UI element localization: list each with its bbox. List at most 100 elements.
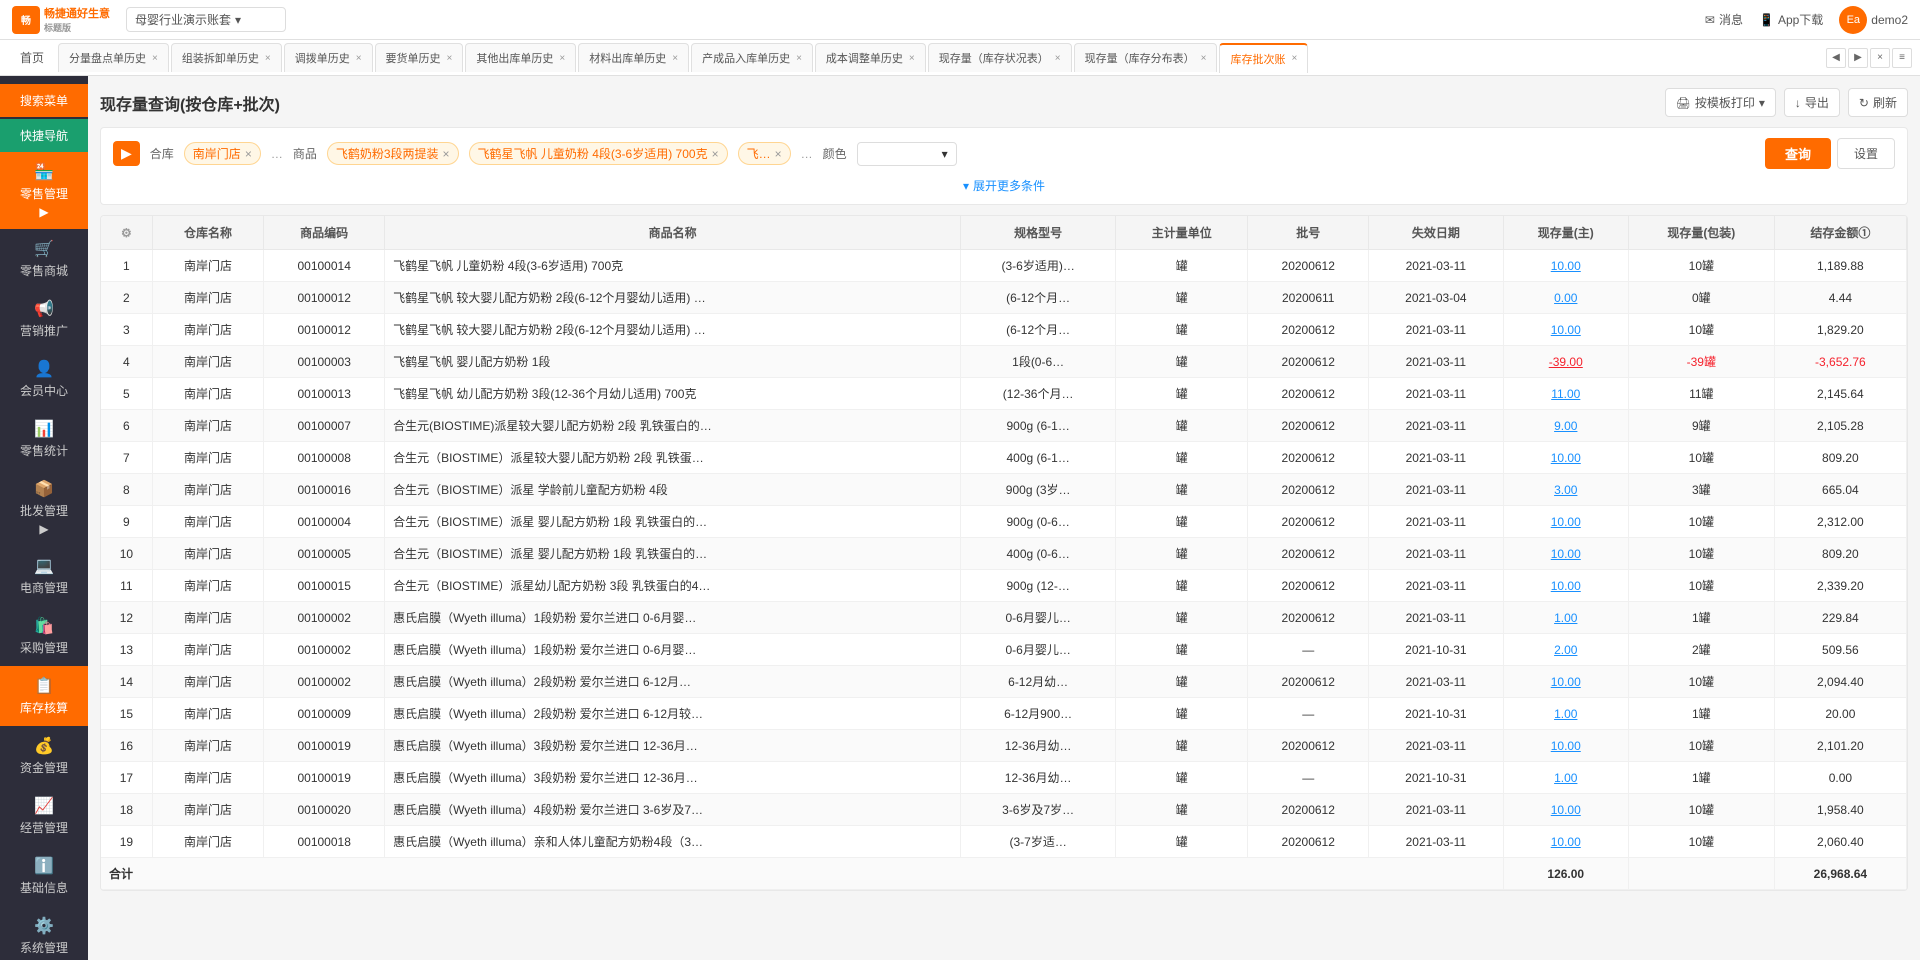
row-qty-main[interactable]: 1.00: [1503, 602, 1628, 634]
filter-expand-arrow[interactable]: ▶: [113, 141, 140, 166]
row-qty-main[interactable]: 10.00: [1503, 826, 1628, 858]
sidebar-item-basic[interactable]: ℹ️ 基础信息: [0, 846, 88, 906]
row-qty-main[interactable]: 10.00: [1503, 570, 1628, 602]
goods-tag-1[interactable]: 飞鹤奶粉3段两提装 ×: [327, 142, 459, 165]
row-qty-main[interactable]: 2.00: [1503, 634, 1628, 666]
row-warehouse: 南岸门店: [152, 250, 264, 282]
tab-kucun-pici[interactable]: 库存批次账 ×: [1219, 43, 1308, 73]
tab-fenliangpandian[interactable]: 分量盘点单历史 ×: [58, 43, 169, 72]
tab-xiancunliang-status[interactable]: 现存量（库存状况表） ×: [928, 43, 1072, 72]
row-qty-main[interactable]: 10.00: [1503, 538, 1628, 570]
query-btn[interactable]: 查询: [1765, 138, 1831, 169]
row-qty-main[interactable]: 10.00: [1503, 314, 1628, 346]
tab-qitachuku[interactable]: 其他出库单历史 ×: [465, 43, 576, 72]
workspace-selector[interactable]: 母婴行业演示账套 ▾: [126, 7, 286, 32]
tab-close-10[interactable]: ×: [1201, 53, 1207, 64]
tab-close-9[interactable]: ×: [1055, 53, 1061, 64]
sidebar-item-finance[interactable]: 💰 资金管理: [0, 726, 88, 786]
row-qty-main[interactable]: 10.00: [1503, 794, 1628, 826]
row-expire: 2021-03-11: [1369, 250, 1504, 282]
tab-diaobolan[interactable]: 调拨单历史 ×: [284, 43, 373, 72]
tab-close-2[interactable]: ×: [265, 53, 271, 64]
row-unit: 罐: [1116, 762, 1248, 794]
tab-close-7[interactable]: ×: [796, 53, 802, 64]
tab-close-3[interactable]: ×: [356, 53, 362, 64]
goods-more[interactable]: …: [801, 147, 813, 161]
row-qty-main[interactable]: 10.00: [1503, 666, 1628, 698]
sidebar-item-ecommerce[interactable]: 💻 电商管理: [0, 546, 88, 606]
tab-close-all-btn[interactable]: ×: [1870, 48, 1890, 68]
goods-tag-1-close[interactable]: ×: [443, 147, 450, 161]
column-settings-icon[interactable]: ⚙: [121, 226, 132, 240]
sidebar-item-marketing[interactable]: 📢 营销推广: [0, 289, 88, 349]
row-qty-main[interactable]: 10.00: [1503, 730, 1628, 762]
sidebar-item-wholesale[interactable]: 📦 批发管理 ▶: [0, 469, 88, 546]
row-qty-main[interactable]: 9.00: [1503, 410, 1628, 442]
col-settings[interactable]: ⚙: [101, 216, 152, 250]
goods-tag-3[interactable]: 飞… ×: [738, 142, 791, 165]
sidebar-item-purchase[interactable]: 🛍️ 采购管理: [0, 606, 88, 666]
warehouse-more[interactable]: …: [271, 147, 283, 161]
print-btn[interactable]: 🖨 按模板打印 ▾: [1665, 88, 1776, 117]
color-filter-dropdown[interactable]: ▾: [857, 142, 957, 166]
tab-close-8[interactable]: ×: [909, 53, 915, 64]
row-qty-main[interactable]: 11.00: [1503, 378, 1628, 410]
sidebar-item-stats[interactable]: 📊 零售统计: [0, 409, 88, 469]
tab-chengbentiaoz[interactable]: 成本调整单历史 ×: [815, 43, 926, 72]
tab-yaohuo[interactable]: 要货单历史 ×: [375, 43, 464, 72]
tab-home[interactable]: 首页: [8, 43, 56, 72]
logo-icon: 畅: [12, 6, 40, 34]
tab-xiancunliang-dist[interactable]: 现存量（库存分布表） ×: [1074, 43, 1218, 72]
tab-cailiaochu[interactable]: 材料出库单历史 ×: [578, 43, 689, 72]
row-expire: 2021-03-11: [1369, 730, 1504, 762]
row-qty-main[interactable]: 10.00: [1503, 250, 1628, 282]
setting-btn[interactable]: 设置: [1837, 138, 1895, 169]
sidebar-item-label: 采购管理: [20, 639, 68, 656]
tab-prev-btn[interactable]: ◀: [1826, 48, 1846, 68]
row-qty-main[interactable]: 1.00: [1503, 762, 1628, 794]
sidebar-item-label: 零售商城: [20, 262, 68, 279]
sidebar-item-retail-shop[interactable]: 🛒 零售商城: [0, 229, 88, 289]
row-unit: 罐: [1116, 538, 1248, 570]
row-qty-main[interactable]: -39.00: [1503, 346, 1628, 378]
app-download-btn[interactable]: 📱 App下载: [1759, 11, 1823, 28]
row-spec: (3-6岁适用)…: [961, 250, 1116, 282]
filter-row: ▶ 合库 南岸门店 × … 商品 飞鹤奶粉3段两提装 × 飞鹤星飞帆 儿童奶粉 …: [113, 138, 1895, 169]
row-qty-main[interactable]: 10.00: [1503, 442, 1628, 474]
sidebar-nav[interactable]: 快捷导航: [0, 119, 88, 152]
goods-tag-2-close[interactable]: ×: [712, 147, 719, 161]
sidebar-item-retail[interactable]: 🏪 零售管理 ▶: [0, 152, 88, 229]
sidebar-item-operations[interactable]: 📈 经营管理: [0, 786, 88, 846]
sidebar-item-member[interactable]: 👤 会员中心: [0, 349, 88, 409]
tab-close-5[interactable]: ×: [559, 53, 565, 64]
sidebar-search[interactable]: 搜索菜单: [0, 84, 88, 117]
finance-icon: 💰: [34, 736, 54, 756]
sidebar-item-system[interactable]: ⚙️ 系统管理: [0, 906, 88, 960]
tab-close-4[interactable]: ×: [447, 53, 453, 64]
warehouse-tag-close[interactable]: ×: [245, 147, 252, 161]
row-qty-main[interactable]: 1.00: [1503, 698, 1628, 730]
row-qty-main[interactable]: 0.00: [1503, 282, 1628, 314]
row-unit: 罐: [1116, 314, 1248, 346]
tab-menu-btn[interactable]: ≡: [1892, 48, 1912, 68]
user-menu[interactable]: Ea demo2: [1839, 6, 1908, 34]
sidebar-item-inventory[interactable]: 📋 库存核算: [0, 666, 88, 726]
tab-zuzhaichaijian[interactable]: 组装拆卸单历史 ×: [171, 43, 282, 72]
warehouse-tag[interactable]: 南岸门店 ×: [184, 142, 261, 165]
message-btn[interactable]: ✉ 消息: [1705, 11, 1743, 28]
export-btn[interactable]: ↓ 导出: [1784, 88, 1840, 117]
row-qty-main[interactable]: 10.00: [1503, 506, 1628, 538]
row-qty-main[interactable]: 3.00: [1503, 474, 1628, 506]
row-no: 18: [101, 794, 152, 826]
row-no: 9: [101, 506, 152, 538]
tab-chanchengpin[interactable]: 产成品入库单历史 ×: [691, 43, 813, 72]
tab-close-6[interactable]: ×: [672, 53, 678, 64]
expand-conditions[interactable]: ▾ 展开更多条件: [113, 177, 1895, 194]
tab-close-11[interactable]: ×: [1291, 53, 1297, 64]
refresh-icon: ↻: [1859, 96, 1869, 110]
goods-tag-2[interactable]: 飞鹤星飞帆 儿童奶粉 4段(3-6岁适用) 700克 ×: [469, 142, 728, 165]
goods-tag-3-close[interactable]: ×: [775, 147, 782, 161]
tab-close-1[interactable]: ×: [152, 53, 158, 64]
refresh-btn[interactable]: ↻ 刷新: [1848, 88, 1908, 117]
tab-next-btn[interactable]: ▶: [1848, 48, 1868, 68]
